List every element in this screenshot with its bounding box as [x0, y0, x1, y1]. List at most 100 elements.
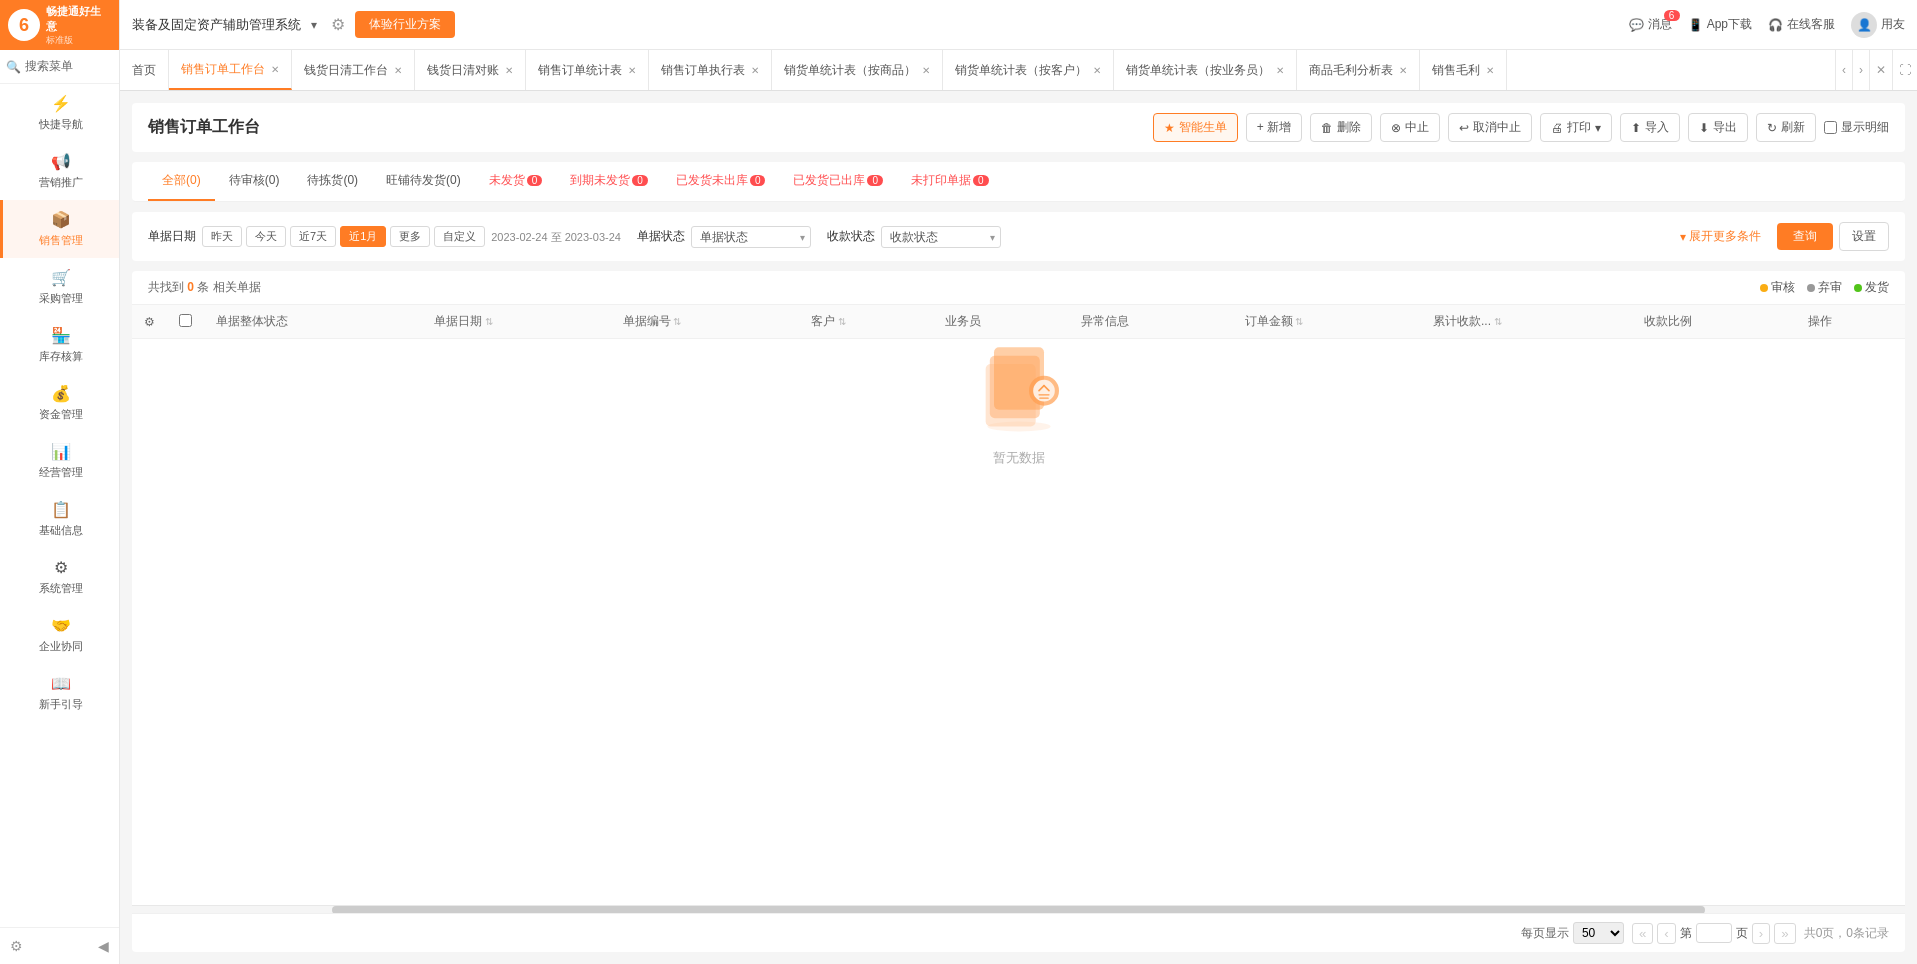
tab-maximize[interactable]: ⛶ — [1892, 50, 1917, 90]
page-last-btn[interactable]: » — [1774, 923, 1795, 944]
import-btn[interactable]: ⬆ 导入 — [1620, 113, 1680, 142]
show-detail-label[interactable]: 显示明细 — [1824, 119, 1889, 136]
sidebar-item-inventory[interactable]: 🏪 库存核算 — [0, 316, 119, 374]
date-today[interactable]: 今天 — [246, 226, 286, 247]
tab-sales-stat-goods[interactable]: 销货单统计表（按商品） ✕ — [772, 50, 943, 90]
sidebar-item-guide[interactable]: 📖 新手引导 — [0, 664, 119, 722]
filter-tab-not-shipped[interactable]: 未发货0 — [475, 162, 557, 201]
quick-ship-btn[interactable]: 发货 — [1854, 279, 1889, 296]
tab-scroll-left[interactable]: ‹ — [1835, 50, 1852, 90]
tab-sales-stat-close[interactable]: ✕ — [628, 65, 636, 76]
filter-tab-overdue[interactable]: 到期未发货0 — [556, 162, 662, 201]
topbar-settings-icon[interactable]: ⚙ — [331, 15, 345, 34]
filter-tab-shipped-not-out[interactable]: 已发货未出库0 — [662, 162, 780, 201]
payment-filter: 收款状态 收款状态 — [827, 226, 1001, 248]
add-btn[interactable]: + 新增 — [1246, 113, 1302, 142]
date-custom[interactable]: 自定义 — [434, 226, 485, 247]
sidebar-item-marketing[interactable]: 📢 营销推广 — [0, 142, 119, 200]
tab-cash-reconcile[interactable]: 钱货日清对账 ✕ — [415, 50, 526, 90]
payment-select-wrapper[interactable]: 收款状态 — [881, 226, 1001, 248]
tab-product-margin-close[interactable]: ✕ — [1399, 65, 1407, 76]
quick-audit-btn[interactable]: 审核 — [1760, 279, 1795, 296]
select-all-checkbox[interactable] — [179, 314, 192, 327]
sidebar-item-basic[interactable]: 📋 基础信息 — [0, 490, 119, 548]
page-size-select[interactable]: 50 100 200 — [1573, 922, 1624, 944]
tab-sales-order[interactable]: 销售订单工作台 ✕ — [169, 50, 292, 90]
status-select-wrapper[interactable]: 单据状态 — [691, 226, 811, 248]
filter-tab-all[interactable]: 全部(0) — [148, 162, 215, 201]
tab-home[interactable]: 首页 — [120, 50, 169, 90]
col-checkbox[interactable] — [167, 305, 204, 339]
tab-sales-stat[interactable]: 销售订单统计表 ✕ — [526, 50, 649, 90]
tab-sales-profit-close[interactable]: ✕ — [1486, 65, 1494, 76]
tab-scroll-right[interactable]: › — [1852, 50, 1869, 90]
col-amount[interactable]: 订单金额 — [1233, 305, 1421, 339]
sidebar-item-sales[interactable]: 📦 销售管理 — [0, 200, 119, 258]
filter-tab-shipped-out[interactable]: 已发货已出库0 — [779, 162, 897, 201]
page-first-btn[interactable]: « — [1632, 923, 1653, 944]
tab-sales-profit[interactable]: 销售毛利 ✕ — [1420, 50, 1507, 90]
export-btn[interactable]: ⬇ 导出 — [1688, 113, 1748, 142]
settings-icon[interactable]: ⚙ — [10, 938, 23, 954]
delete-btn[interactable]: 🗑 删除 — [1310, 113, 1372, 142]
tab-sales-stat-customer-close[interactable]: ✕ — [1093, 65, 1101, 76]
filter-tab-wangpu[interactable]: 旺铺待发货(0) — [372, 162, 475, 201]
tab-sales-exec[interactable]: 销售订单执行表 ✕ — [649, 50, 772, 90]
sidebar-item-system[interactable]: ⚙ 系统管理 — [0, 548, 119, 606]
show-detail-checkbox[interactable] — [1824, 121, 1837, 134]
print-btn[interactable]: 🖨 打印 ▾ — [1540, 113, 1612, 142]
col-settings[interactable]: ⚙ — [132, 305, 167, 339]
cancel-pause-btn[interactable]: ↩ 取消中止 — [1448, 113, 1532, 142]
sidebar-logo: 6 畅捷通好生意 标准版 — [0, 0, 119, 50]
collapse-icon[interactable]: ◀ — [98, 938, 109, 954]
tab-sales-exec-close[interactable]: ✕ — [751, 65, 759, 76]
col-customer[interactable]: 客户 — [799, 305, 933, 339]
tab-sales-stat-customer[interactable]: 销货单统计表（按客户） ✕ — [943, 50, 1114, 90]
app-download-btn[interactable]: 📱 App下载 — [1688, 16, 1752, 33]
message-btn[interactable]: 💬 消息 6 — [1629, 16, 1672, 33]
smart-btn[interactable]: ★ 智能生单 — [1153, 113, 1238, 142]
page-next-btn[interactable]: › — [1752, 923, 1770, 944]
col-date[interactable]: 单据日期 — [422, 305, 610, 339]
expand-btn[interactable]: ▾ 展开更多条件 — [1680, 228, 1761, 245]
tab-cash-clear[interactable]: 钱货日清工作台 ✕ — [292, 50, 415, 90]
filter-tab-pending-review[interactable]: 待审核(0) — [215, 162, 294, 201]
user-label: 用友 — [1881, 16, 1905, 33]
refresh-btn[interactable]: ↻ 刷新 — [1756, 113, 1816, 142]
sidebar-search[interactable]: 🔍 搜索菜单 — [0, 50, 119, 84]
topbar-dropdown[interactable]: ▾ — [311, 18, 317, 32]
filter-tab-pending-inspect[interactable]: 待拣货(0) — [293, 162, 372, 201]
tab-sales-order-close[interactable]: ✕ — [271, 64, 279, 75]
date-1month[interactable]: 近1月 — [340, 226, 386, 247]
status-select[interactable]: 单据状态 — [691, 226, 811, 248]
page-prev-btn[interactable]: ‹ — [1657, 923, 1675, 944]
user-menu[interactable]: 👤 用友 — [1851, 12, 1905, 38]
industry-btn[interactable]: 体验行业方案 — [355, 11, 455, 38]
tab-sales-stat-staff[interactable]: 销货单统计表（按业务员） ✕ — [1114, 50, 1297, 90]
tab-sales-stat-staff-close[interactable]: ✕ — [1276, 65, 1284, 76]
quick-cancel-btn[interactable]: 弃审 — [1807, 279, 1842, 296]
pause-btn[interactable]: ⊗ 中止 — [1380, 113, 1440, 142]
date-more[interactable]: 更多 — [390, 226, 430, 247]
date-yesterday[interactable]: 昨天 — [202, 226, 242, 247]
sidebar-item-cooperation[interactable]: 🤝 企业协同 — [0, 606, 119, 664]
online-service-btn[interactable]: 🎧 在线客服 — [1768, 16, 1835, 33]
tab-close-all[interactable]: ✕ — [1869, 50, 1892, 90]
tab-sales-stat-goods-close[interactable]: ✕ — [922, 65, 930, 76]
filter-settings-btn[interactable]: 设置 — [1839, 222, 1889, 251]
horizontal-scrollbar[interactable] — [132, 905, 1905, 913]
tab-cash-clear-close[interactable]: ✕ — [394, 65, 402, 76]
sidebar-item-operations[interactable]: 📊 经营管理 — [0, 432, 119, 490]
query-btn[interactable]: 查询 — [1777, 223, 1833, 250]
tab-product-margin[interactable]: 商品毛利分析表 ✕ — [1297, 50, 1420, 90]
sidebar-item-quick-nav[interactable]: ⚡ 快捷导航 — [0, 84, 119, 142]
col-number[interactable]: 单据编号 — [611, 305, 799, 339]
payment-select[interactable]: 收款状态 — [881, 226, 1001, 248]
sidebar-item-finance[interactable]: 💰 资金管理 — [0, 374, 119, 432]
col-collected[interactable]: 累计收款... — [1421, 305, 1632, 339]
page-number-input[interactable]: 1 — [1696, 923, 1732, 943]
filter-tab-not-printed[interactable]: 未打印单据0 — [897, 162, 1003, 201]
tab-cash-reconcile-close[interactable]: ✕ — [505, 65, 513, 76]
sidebar-item-purchase[interactable]: 🛒 采购管理 — [0, 258, 119, 316]
date-7days[interactable]: 近7天 — [290, 226, 336, 247]
